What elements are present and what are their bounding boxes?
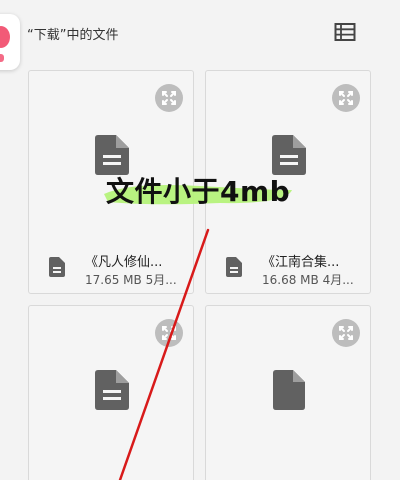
annotation-arrow-line	[118, 228, 210, 480]
